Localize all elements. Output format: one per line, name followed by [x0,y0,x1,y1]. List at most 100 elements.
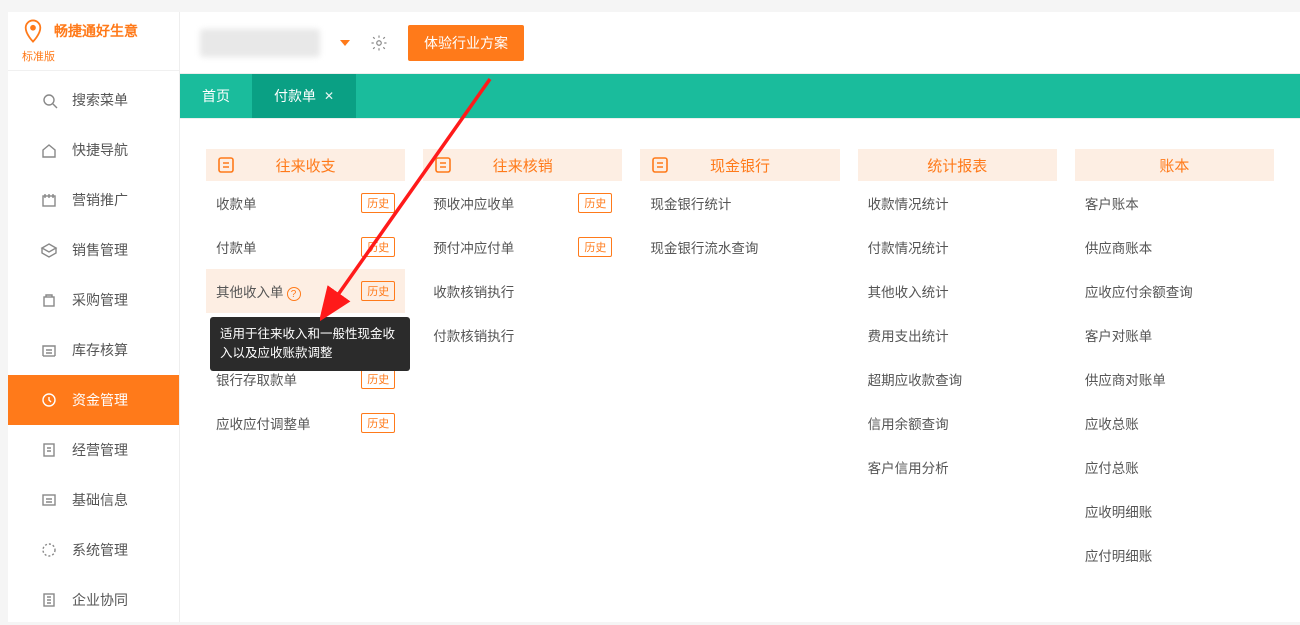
close-icon[interactable]: ✕ [324,89,334,103]
sidebar-item-4[interactable]: 采购管理 [8,275,179,325]
sidebar-icon-10 [40,591,58,609]
menu-item[interactable]: 应付总账 [1075,445,1274,489]
menu-item-label: 应收总账 [1085,413,1139,433]
sidebar-item-5[interactable]: 库存核算 [8,325,179,375]
sidebar-item-9[interactable]: 系统管理 [8,525,179,575]
menu-item[interactable]: 付款核销执行 [423,313,622,357]
menu-item[interactable]: 其他收入单?历史 [206,269,405,313]
chevron-down-icon[interactable] [340,40,350,46]
brand: 畅捷通好生意 [8,12,179,48]
help-icon[interactable]: ? [287,287,301,301]
sidebar-item-1[interactable]: 快捷导航 [8,125,179,175]
menu-item-label: 现金银行流水查询 [650,237,758,257]
menu-item-label: 应收应付调整单 [216,413,311,433]
menu-item-label: 供应商对账单 [1085,369,1166,389]
menu-item-label: 供应商账本 [1085,237,1153,257]
gear-icon[interactable] [370,34,388,52]
menu-item[interactable]: 其他收入统计 [858,269,1057,313]
sidebar-item-2[interactable]: 营销推广 [8,175,179,225]
sidebar-item-label: 快捷导航 [72,140,128,160]
sidebar-icon-3 [40,241,58,259]
tab-0[interactable]: 首页 [180,74,252,118]
column-header: 账本 [1075,149,1274,181]
menu-item[interactable]: 供应商对账单 [1075,357,1274,401]
menu-item-label: 预收冲应收单 [433,193,514,213]
menu-item-label: 费用支出统计 [868,325,949,345]
menu-item[interactable]: 供应商账本 [1075,225,1274,269]
menu-item[interactable]: 预收冲应收单 历史 [423,181,622,225]
sidebar-icon-9 [40,541,58,559]
menu-item[interactable]: 信用余额查询 [858,401,1057,445]
history-tag[interactable]: 历史 [361,413,395,433]
topbar: 体验行业方案 [180,12,1300,74]
history-tag[interactable]: 历史 [361,193,395,213]
tab-1[interactable]: 付款单✕ [252,74,356,118]
column-header: 统计报表 [858,149,1057,181]
column-header-icon [650,155,670,175]
menu-item[interactable]: 客户账本 [1075,181,1274,225]
menu-item[interactable]: 收款情况统计 [858,181,1057,225]
menu-item[interactable]: 预付冲应付单 历史 [423,225,622,269]
sidebar-nav: 搜索菜单快捷导航营销推广销售管理采购管理库存核算资金管理经营管理基础信息系统管理… [8,71,179,625]
menu-item[interactable]: 客户信用分析 [858,445,1057,489]
column-title: 账本 [1159,155,1189,176]
menu-item-label: 客户账本 [1085,193,1139,213]
menu-item-label: 付款情况统计 [868,237,949,257]
sidebar-icon-7 [40,441,58,459]
menu-item-label: 预付冲应付单 [433,237,514,257]
sidebar-icon-4 [40,291,58,309]
sidebar-item-label: 基础信息 [72,490,128,510]
sidebar-item-7[interactable]: 经营管理 [8,425,179,475]
menu-item-label: 信用余额查询 [868,413,949,433]
history-tag[interactable]: 历史 [361,237,395,257]
menu-item-label: 应收明细账 [1085,501,1153,521]
cta-button[interactable]: 体验行业方案 [408,25,524,61]
sidebar: 畅捷通好生意 标准版 搜索菜单快捷导航营销推广销售管理采购管理库存核算资金管理经… [8,12,180,622]
sidebar-item-8[interactable]: 基础信息 [8,475,179,525]
column-title: 统计报表 [927,155,987,176]
sidebar-item-10[interactable]: 企业协同 [8,575,179,625]
menu-item[interactable]: 超期应收款查询 [858,357,1057,401]
sidebar-item-label: 销售管理 [72,240,128,260]
menu-item-label: 银行存取款单 [216,369,297,389]
sidebar-item-label: 采购管理 [72,290,128,310]
org-selector-blurred[interactable] [200,29,320,57]
sidebar-item-6[interactable]: 资金管理 [8,375,179,425]
sidebar-item-label: 搜索菜单 [72,90,128,110]
brand-name: 畅捷通好生意 [54,21,138,41]
menu-item[interactable]: 收款单历史 [206,181,405,225]
menu-item-label: 现金银行统计 [650,193,731,213]
menu-item-label: 应收应付余额查询 [1085,281,1193,301]
menu-item[interactable]: 客户对账单 [1075,313,1274,357]
menu-item[interactable]: 应收应付调整单 历史 [206,401,405,445]
column-1: 往来核销预收冲应收单历史预付冲应付单历史收款核销执行付款核销执行 [423,149,622,577]
sidebar-icon-6 [40,391,58,409]
history-tag[interactable]: 历史 [361,369,395,389]
column-header: 往来收支 [206,149,405,181]
sidebar-icon-1 [40,141,58,159]
menu-item[interactable]: 应收应付余额查询 [1075,269,1274,313]
sidebar-item-label: 资金管理 [72,390,128,410]
history-tag[interactable]: 历史 [361,281,395,301]
sidebar-item-3[interactable]: 销售管理 [8,225,179,275]
brand-logo-icon [20,18,46,44]
column-title: 往来收支 [276,155,336,176]
menu-item[interactable]: 现金银行流水查询 [640,225,839,269]
menu-item[interactable]: 应收总账 [1075,401,1274,445]
menu-item[interactable]: 应收明细账 [1075,489,1274,533]
menu-item-label: 超期应收款查询 [868,369,963,389]
menu-item-label: 客户信用分析 [868,457,949,477]
menu-item[interactable]: 付款单历史 [206,225,405,269]
menu-item-label: 应付明细账 [1085,545,1153,565]
menu-item[interactable]: 现金银行统计 [640,181,839,225]
menu-item[interactable]: 付款情况统计 [858,225,1057,269]
sidebar-item-0[interactable]: 搜索菜单 [8,75,179,125]
menu-item-label: 收款情况统计 [868,193,949,213]
menu-item[interactable]: 费用支出统计 [858,313,1057,357]
menu-item[interactable]: 收款核销执行 [423,269,622,313]
sidebar-item-label: 经营管理 [72,440,128,460]
history-tag[interactable]: 历史 [578,193,612,213]
menu-item[interactable]: 应付明细账 [1075,533,1274,577]
history-tag[interactable]: 历史 [578,237,612,257]
brand-edition: 标准版 [8,48,179,71]
